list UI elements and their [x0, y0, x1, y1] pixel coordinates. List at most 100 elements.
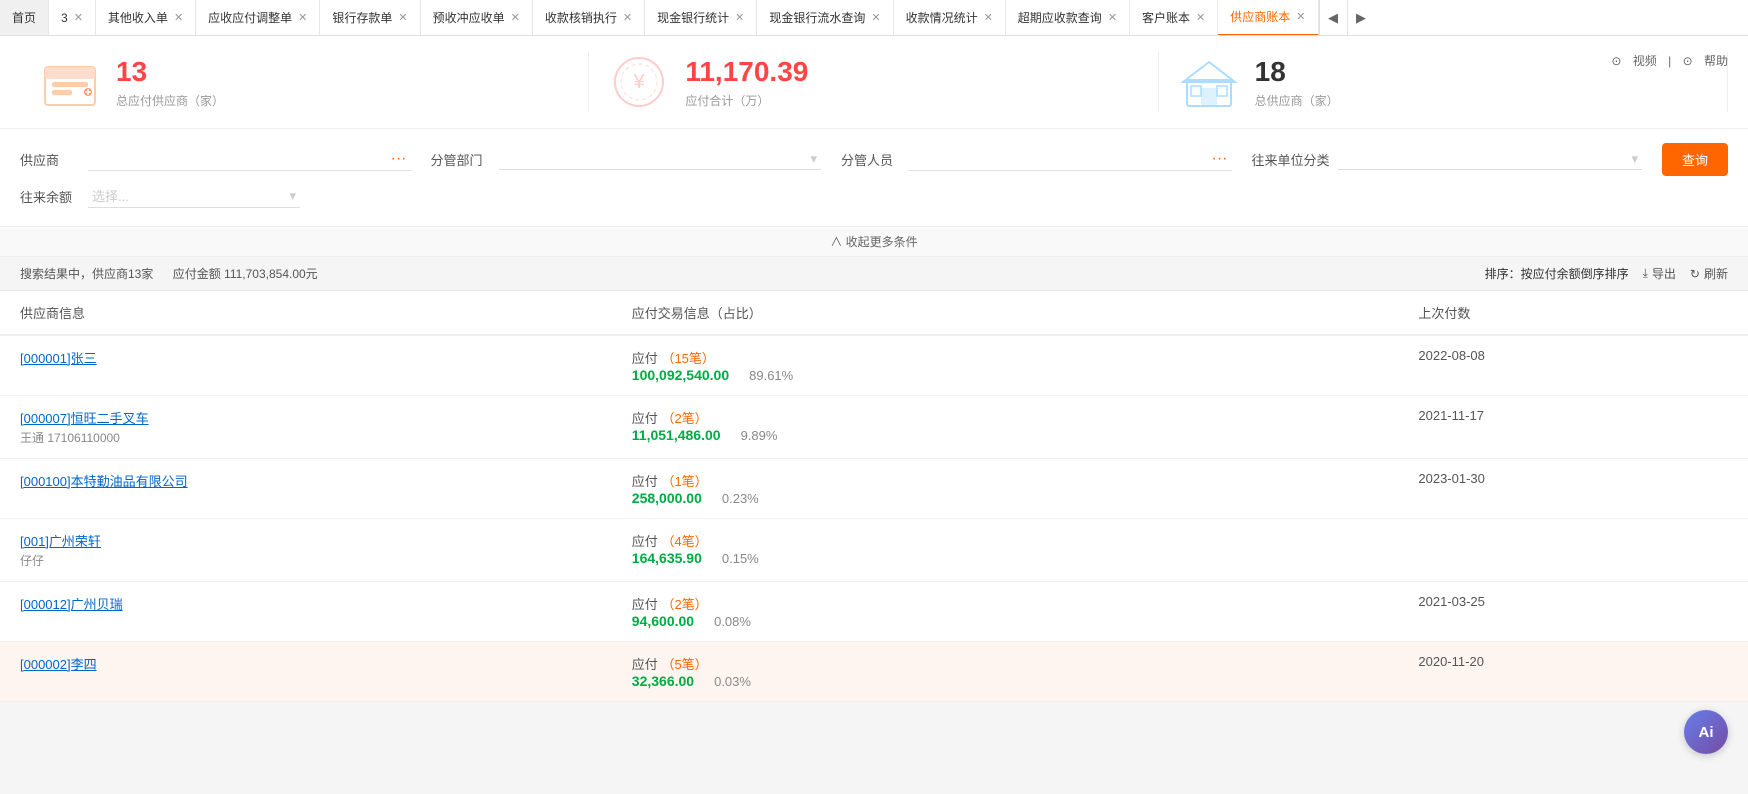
tx-pct: 0.08%	[714, 614, 751, 629]
supplier-link[interactable]: [000100]本特勤油品有限公司	[20, 471, 592, 490]
sort-label[interactable]: 排序：按应付余额倒序排序	[1485, 265, 1629, 282]
nav-tab-3-close[interactable]: ✕	[74, 11, 83, 24]
tx-amount: 11,051,486.00	[632, 427, 721, 443]
query-button[interactable]: 查询	[1662, 143, 1728, 176]
ai-label: Ai	[1699, 724, 1714, 741]
supplier-link[interactable]: [000001]张三	[20, 348, 592, 367]
nav-arrow-right[interactable]: ▶	[1347, 0, 1375, 36]
nav-tab-overdue-query-close[interactable]: ✕	[1108, 11, 1117, 24]
last-payment-cell: 2021-03-25	[1398, 582, 1748, 642]
last-payment-cell: 2020-11-20	[1398, 642, 1748, 702]
supplier-link[interactable]: [000012]广州贝瑞	[20, 594, 592, 613]
total-payable-suppliers-label: 总应付供应商（家）	[116, 92, 224, 109]
nav-tab-bank-deposit[interactable]: 银行存款单 ✕	[320, 0, 420, 36]
nav-tab-receipt-stat[interactable]: 收款情况统计 ✕	[894, 0, 1006, 36]
nav-tab-receipt-stat-close[interactable]: ✕	[984, 11, 993, 24]
nav-tab-other-income[interactable]: 其他收入单 ✕	[96, 0, 196, 36]
nav-arrow-left[interactable]: ◀	[1319, 0, 1347, 36]
refresh-label[interactable]: 刷新	[1704, 265, 1728, 282]
table-row: [000100]本特勤油品有限公司应付 （1笔）258,000.000.23%2…	[0, 459, 1748, 519]
nav-tab-3[interactable]: 3 ✕	[49, 0, 96, 36]
supplier-link[interactable]: [000007]恒旺二手叉车	[20, 408, 592, 427]
tx-label: 应付	[632, 351, 658, 366]
nav-tab-ap-adjust[interactable]: 应收应付调整单 ✕	[196, 0, 320, 36]
category-filter-select[interactable]: ▾	[1338, 149, 1642, 170]
supplier-icon-2: ¥	[609, 52, 669, 112]
table-row: [000002]李四应付 （5笔）32,366.000.03%2020-11-2…	[0, 642, 1748, 702]
nav-tab-prepay-offset[interactable]: 预收冲应收单 ✕	[421, 0, 533, 36]
nav-tab-home[interactable]: 首页	[0, 0, 49, 36]
result-bar: 搜索结果中，供应商13家 应付金额 111,703,854.00元 排序：按应付…	[0, 257, 1748, 291]
nav-tab-receipt-verify-close[interactable]: ✕	[623, 11, 632, 24]
help-video-icon: ⊙	[1611, 54, 1621, 68]
filter-balance: 往来余额 选择... ▾	[20, 184, 300, 208]
tx-count: （2笔）	[661, 597, 707, 612]
summary-card3-content: 18 总供应商（家）	[1255, 55, 1339, 110]
help-icon: ⊙	[1683, 54, 1693, 68]
nav-tab-other-income-close[interactable]: ✕	[174, 11, 183, 24]
last-payment-date: 2020-11-20	[1418, 654, 1484, 669]
nav-tab-customer-ledger-close[interactable]: ✕	[1196, 11, 1205, 24]
col-supplier-info: 供应商信息	[0, 291, 612, 335]
tx-amount-line: 100,092,540.0089.61%	[632, 367, 1379, 383]
summary-card-payable-suppliers: 13 总应付供应商（家）	[20, 52, 589, 112]
nav-tab-cash-bank-stat-label: 现金银行统计	[657, 9, 729, 26]
supplier-filter-dots[interactable]: ···	[391, 150, 407, 168]
total-payable-suppliers-number: 13	[116, 55, 224, 89]
ai-badge[interactable]: Ai	[1684, 710, 1728, 754]
nav-tab-supplier-ledger[interactable]: 供应商账本 ✕	[1218, 0, 1318, 36]
nav-tab-bank-deposit-close[interactable]: ✕	[398, 11, 407, 24]
tx-label-line: 应付 （4笔）	[632, 531, 1379, 550]
supplier-info-cell: [000001]张三	[0, 335, 612, 396]
nav-tab-cash-bank-stat-close[interactable]: ✕	[735, 11, 744, 24]
supplier-sub-info: 仔仔	[20, 552, 592, 569]
last-payment-cell: 2023-01-30	[1398, 459, 1748, 519]
filter-row-2: 往来余额 选择... ▾	[20, 184, 1728, 208]
nav-tab-overdue-query[interactable]: 超期应收款查询 ✕	[1006, 0, 1130, 36]
collapse-label[interactable]: 收起更多条件	[846, 235, 918, 249]
tx-label-line: 应付 （1笔）	[632, 471, 1379, 490]
balance-filter-select[interactable]: 选择... ▾	[88, 184, 300, 208]
balance-filter-arrow-icon: ▾	[289, 188, 296, 204]
nav-tab-supplier-ledger-close[interactable]: ✕	[1296, 10, 1305, 23]
export-label[interactable]: 导出	[1652, 265, 1676, 282]
supplier-info-cell: [000100]本特勤油品有限公司	[0, 459, 612, 519]
nav-tab-prepay-offset-close[interactable]: ✕	[511, 11, 520, 24]
supplier-filter-input-wrap[interactable]: ···	[88, 148, 411, 171]
last-payment-date: 2021-11-17	[1418, 408, 1484, 423]
tx-count: （5笔）	[661, 657, 707, 672]
top-navigation: 首页 3 ✕ 其他收入单 ✕ 应收应付调整单 ✕ 银行存款单 ✕ 预收冲应收单 …	[0, 0, 1748, 36]
person-filter-input-wrap[interactable]: ···	[909, 148, 1232, 171]
nav-tab-customer-ledger-label: 客户账本	[1142, 9, 1190, 26]
person-filter-dots[interactable]: ···	[1212, 150, 1228, 168]
tx-count: （4笔）	[661, 534, 707, 549]
supplier-info-cell: [000012]广州贝瑞	[0, 582, 612, 642]
nav-tab-cash-bank-flow[interactable]: 现金银行流水查询 ✕	[757, 0, 893, 36]
supplier-link[interactable]: [001]广州荣轩	[20, 531, 592, 550]
nav-tab-cash-bank-flow-close[interactable]: ✕	[871, 11, 880, 24]
nav-tab-cash-bank-stat[interactable]: 现金银行统计 ✕	[645, 0, 757, 36]
tx-amount: 32,366.00	[632, 673, 694, 689]
nav-tab-bank-deposit-label: 银行存款单	[332, 9, 392, 26]
help-divider: |	[1668, 54, 1674, 68]
nav-tab-customer-ledger[interactable]: 客户账本 ✕	[1130, 0, 1218, 36]
person-filter-input[interactable]	[913, 152, 1212, 167]
nav-tab-receipt-verify[interactable]: 收款核销执行 ✕	[533, 0, 645, 36]
balance-filter-label: 往来余额	[20, 187, 80, 206]
supplier-filter-input[interactable]	[92, 152, 391, 167]
dept-filter-select[interactable]: ▾	[499, 149, 822, 170]
refresh-button[interactable]: ↻ 刷新	[1690, 265, 1728, 282]
help-links: ⊙ 视频 | ⊙ 帮助	[1603, 52, 1728, 69]
supplier-link[interactable]: [000002]李四	[20, 654, 592, 673]
help-link[interactable]: 帮助	[1704, 54, 1728, 68]
last-payment-date: 2021-03-25	[1418, 594, 1485, 609]
total-suppliers-number: 18	[1255, 55, 1339, 89]
help-video-link[interactable]: 视频	[1633, 54, 1657, 68]
nav-tab-ap-adjust-close[interactable]: ✕	[298, 11, 307, 24]
supplier-table-container: 供应商信息 应付交易信息（占比） 上次付数 [000001]张三应付 （15笔）…	[0, 291, 1748, 702]
export-button[interactable]: ⤓ 导出	[1643, 265, 1676, 282]
supplier-sub-info: 王通 17106110000	[20, 429, 592, 446]
collapse-bar[interactable]: ∧ 收起更多条件	[0, 227, 1748, 257]
result-stats: 搜索结果中，供应商13家 应付金额 111,703,854.00元	[20, 265, 334, 282]
nav-tab-cash-bank-flow-label: 现金银行流水查询	[769, 9, 865, 26]
